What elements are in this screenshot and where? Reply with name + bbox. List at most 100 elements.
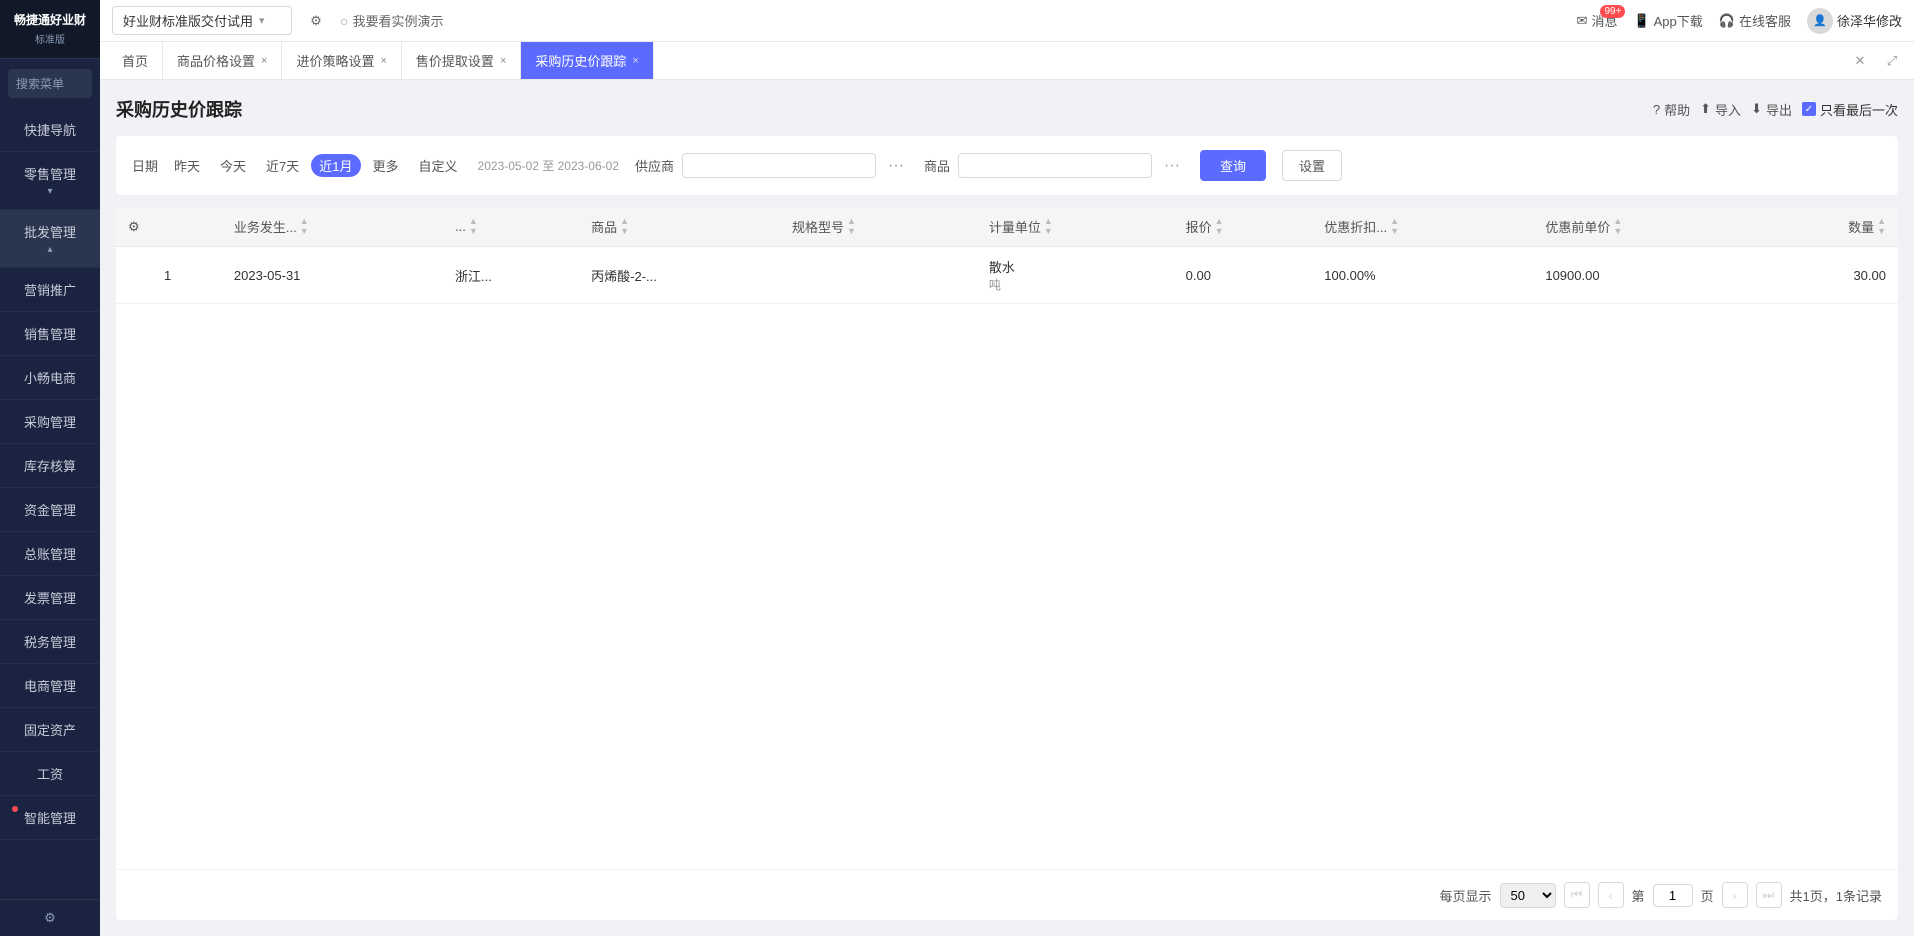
- first-page-button[interactable]: ⏮: [1564, 882, 1590, 908]
- sidebar-item-smart[interactable]: 智能管理: [0, 796, 100, 840]
- sidebar-item-purchase[interactable]: 采购管理: [0, 400, 100, 444]
- date-opt-more[interactable]: 更多: [365, 154, 407, 177]
- sidebar-item-salary[interactable]: 工资: [0, 752, 100, 796]
- chevron-down-icon: ▾: [259, 14, 265, 27]
- th-settings[interactable]: ⚙: [116, 207, 152, 247]
- tab-purchase-strategy[interactable]: 进价策略设置 ×: [282, 42, 401, 80]
- table-row[interactable]: 1 2023-05-31 浙江... 丙烯酸-2-... 散水吨 0.00 10…: [116, 247, 1898, 304]
- page-number-input[interactable]: [1653, 884, 1693, 907]
- close-icon[interactable]: ×: [632, 55, 638, 67]
- sidebar-item-wholesale[interactable]: 批发管理 ▴: [0, 210, 100, 268]
- date-opt-today[interactable]: 今天: [212, 154, 254, 177]
- sidebar-item-ecommerce[interactable]: 电商管理: [0, 664, 100, 708]
- per-page-select[interactable]: 50 10 20 100: [1500, 883, 1556, 908]
- import-button[interactable]: ⬆ 导入: [1700, 100, 1741, 119]
- supplier-more-icon[interactable]: ···: [884, 157, 908, 175]
- smart-indicator-dot: [12, 806, 18, 812]
- message-button[interactable]: ✉ 消息 99+: [1577, 11, 1618, 30]
- close-icon[interactable]: ×: [500, 55, 506, 67]
- goods-input[interactable]: [958, 153, 1152, 178]
- tab-home[interactable]: 首页: [108, 42, 163, 80]
- close-icon[interactable]: ×: [380, 55, 386, 67]
- help-button[interactable]: ? 帮助: [1653, 100, 1690, 119]
- sidebar-item-label: 零售管理: [24, 164, 76, 183]
- th-spec[interactable]: 规格型号 ▲▼: [780, 207, 977, 247]
- top-header: 好业财标准版交付试用 ▾ ⚙ ○ 我要看实例演示 ✉ 消息 99+ 📱 App下…: [100, 0, 1914, 42]
- sort-arrows-icon: ▲▼: [1215, 217, 1224, 236]
- th-more[interactable]: ... ▲▼: [443, 207, 579, 247]
- th-quote[interactable]: 报价 ▲▼: [1174, 207, 1313, 247]
- play-icon: ○: [340, 13, 348, 29]
- date-opt-last1month[interactable]: 近1月: [311, 154, 360, 177]
- user-info[interactable]: 👤 徐泽华修改: [1807, 8, 1902, 34]
- demo-button[interactable]: ○ 我要看实例演示: [340, 11, 443, 30]
- sidebar-item-sales[interactable]: 销售管理: [0, 312, 100, 356]
- sidebar-item-label: 营销推广: [24, 280, 76, 299]
- online-service-button[interactable]: 🎧 在线客服: [1719, 11, 1791, 30]
- sidebar-item-marketing[interactable]: 营销推广: [0, 268, 100, 312]
- app-settings-button[interactable]: ⚙: [302, 7, 330, 35]
- sidebar-settings-button[interactable]: ⚙: [0, 899, 100, 936]
- message-badge: 99+: [1600, 5, 1625, 18]
- th-date[interactable]: 业务发生... ▲▼: [222, 207, 443, 247]
- tab-goods-price[interactable]: 商品价格设置 ×: [163, 42, 282, 80]
- gear-icon: ⚙: [44, 910, 56, 925]
- sidebar-item-ecommerce-small[interactable]: 小畅电商: [0, 356, 100, 400]
- sidebar-item-inventory[interactable]: 库存核算: [0, 444, 100, 488]
- online-service-label: 在线客服: [1739, 11, 1791, 30]
- app-selector[interactable]: 好业财标准版交付试用 ▾: [112, 6, 292, 35]
- app-download-button[interactable]: 📱 App下载: [1633, 11, 1702, 30]
- table-scroll-area[interactable]: ⚙ 业务发生... ▲▼ ...: [116, 207, 1898, 869]
- only-last-checkbox[interactable]: 只看最后一次: [1802, 100, 1898, 119]
- app-logo-sub: 标准版: [35, 31, 65, 46]
- date-opt-yesterday[interactable]: 昨天: [166, 154, 208, 177]
- tab-purchase-history[interactable]: 采购历史价跟踪 ×: [521, 42, 653, 80]
- question-circle-icon: ?: [1653, 102, 1660, 117]
- goods-more-icon[interactable]: ···: [1160, 157, 1184, 175]
- close-tab-button[interactable]: ✕: [1846, 47, 1874, 75]
- next-page-button[interactable]: ›: [1722, 882, 1748, 908]
- sidebar-item-label: 工资: [37, 764, 63, 783]
- expand-tab-button[interactable]: ⤢: [1878, 47, 1906, 75]
- th-price-before[interactable]: 优惠前单价 ▲▼: [1533, 207, 1759, 247]
- sidebar-item-tax[interactable]: 税务管理: [0, 620, 100, 664]
- th-price-before-label: 优惠前单价: [1545, 217, 1610, 236]
- th-unit[interactable]: 计量单位 ▲▼: [977, 207, 1174, 247]
- sidebar: 畅捷通好业财 标准版 搜索菜单 快捷导航 零售管理 ▾ 批发管理 ▴ 营销推广 …: [0, 0, 100, 936]
- last-page-button[interactable]: ⏭: [1756, 882, 1782, 908]
- supplier-input[interactable]: [682, 153, 876, 178]
- th-goods[interactable]: 商品 ▲▼: [579, 207, 780, 247]
- pagination: 每页显示 50 10 20 100 ⏮ ‹ 第 页 › ⏭ 共1页，1条记录: [116, 869, 1898, 920]
- sidebar-item-invoice[interactable]: 发票管理: [0, 576, 100, 620]
- gear-icon: ⚙: [128, 219, 140, 234]
- th-discount[interactable]: 优惠折扣... ▲▼: [1312, 207, 1533, 247]
- sidebar-item-quick-nav[interactable]: 快捷导航: [0, 108, 100, 152]
- checkbox-icon: [1802, 102, 1816, 116]
- tab-label: 首页: [122, 51, 148, 70]
- sidebar-item-general-ledger[interactable]: 总账管理: [0, 532, 100, 576]
- cell-seq: 1: [152, 247, 222, 304]
- date-opt-last7[interactable]: 近7天: [258, 154, 307, 177]
- filter-settings-button[interactable]: 设置: [1282, 150, 1342, 181]
- prev-page-button[interactable]: ‹: [1598, 882, 1624, 908]
- cell-settings: [116, 247, 152, 304]
- filter-bar: 日期 昨天 今天 近7天 近1月 更多 自定义 2023-05-02 至 202…: [116, 136, 1898, 195]
- sidebar-item-label: 税务管理: [24, 632, 76, 651]
- date-opt-custom[interactable]: 自定义: [411, 154, 466, 177]
- sidebar-item-label: 资金管理: [24, 500, 76, 519]
- search-menu-button[interactable]: 搜索菜单: [8, 69, 92, 98]
- sidebar-item-finance[interactable]: 资金管理: [0, 488, 100, 532]
- close-icon[interactable]: ×: [261, 55, 267, 67]
- export-button[interactable]: ⬇ 导出: [1751, 100, 1792, 119]
- sidebar-item-retail[interactable]: 零售管理 ▾: [0, 152, 100, 210]
- tab-actions: ✕ ⤢: [1846, 47, 1906, 75]
- th-quantity[interactable]: 数量 ▲▼: [1759, 207, 1898, 247]
- tab-sale-price[interactable]: 售价提取设置 ×: [402, 42, 521, 80]
- tab-label: 售价提取设置: [416, 51, 494, 70]
- sort-arrows-icon: ▲▼: [847, 217, 856, 236]
- cell-price-before: 10900.00: [1533, 247, 1759, 304]
- query-button[interactable]: 查询: [1200, 150, 1266, 181]
- sidebar-item-fixed-assets[interactable]: 固定资产: [0, 708, 100, 752]
- app-download-label: App下载: [1654, 11, 1703, 30]
- import-label: 导入: [1715, 100, 1741, 119]
